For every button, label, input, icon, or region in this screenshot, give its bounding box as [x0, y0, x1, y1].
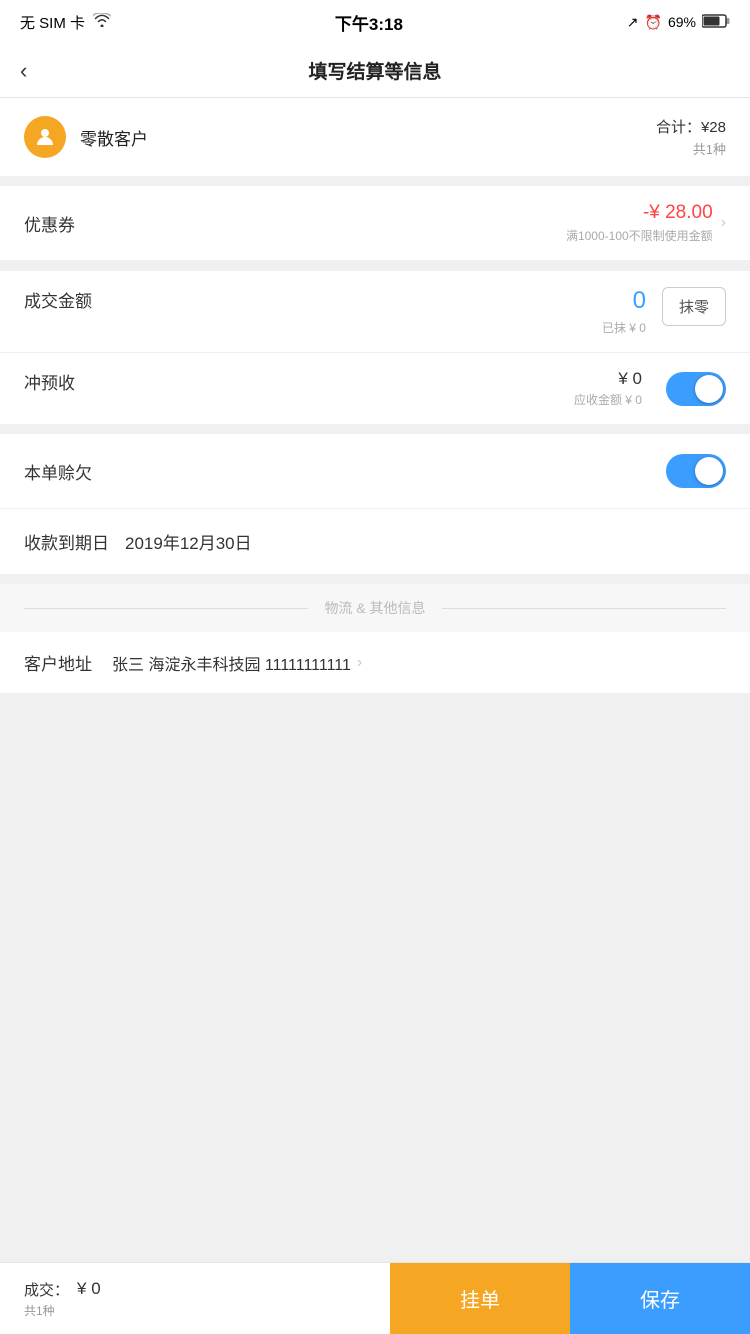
- due-date-row: 收款到期日 2019年12月30日: [0, 509, 750, 574]
- battery-icon: [702, 14, 730, 31]
- prepayment-row: 冲预收 ¥ 0 应收金额 ¥ 0: [0, 353, 750, 424]
- coupon-description: 满1000-100不限制使用金额: [566, 227, 713, 244]
- logistics-line-right: [442, 608, 726, 609]
- status-right: ↗ ⏰ 69%: [627, 14, 730, 31]
- due-date-label: 收款到期日: [24, 529, 109, 554]
- address-row[interactable]: 客户地址 张三 海淀永丰科技园 11111111111 ›: [0, 632, 750, 693]
- location-icon: ↗: [627, 14, 639, 31]
- debit-label: 本单赊欠: [24, 459, 92, 484]
- total-count: 共1种: [656, 139, 726, 158]
- coupon-row[interactable]: 优惠券 -¥ 28.00 满1000-100不限制使用金额 ›: [0, 186, 750, 261]
- status-left: 无 SIM 卡: [20, 12, 111, 33]
- back-button[interactable]: ‹: [20, 58, 27, 84]
- status-bar: 无 SIM 卡 下午3:18 ↗ ⏰ 69%: [0, 0, 750, 44]
- bottom-count: 共1种: [24, 1302, 366, 1319]
- bottom-deal: 成交： ¥ 0: [24, 1279, 366, 1300]
- alarm-icon: ⏰: [645, 14, 662, 31]
- coupon-section: 优惠券 -¥ 28.00 满1000-100不限制使用金额 ›: [0, 186, 750, 261]
- total-amount: 合计：¥28: [656, 116, 726, 137]
- coupon-label: 优惠券: [24, 211, 75, 236]
- deal-amount-sub: 已抹 ¥ 0: [602, 319, 646, 336]
- round-button[interactable]: 抹零: [662, 287, 726, 326]
- deal-amount-label: 成交金额: [24, 287, 92, 312]
- debit-section: 本单赊欠 收款到期日 2019年12月30日: [0, 434, 750, 574]
- address-right: 张三 海淀永丰科技园 11111111111 ›: [112, 651, 362, 675]
- due-date-value: 2019年12月30日: [125, 529, 252, 554]
- coupon-right: -¥ 28.00 满1000-100不限制使用金额 ›: [566, 202, 726, 244]
- prepayment-amount: ¥ 0: [574, 369, 642, 389]
- address-chevron: ›: [357, 654, 362, 672]
- prepayment-receivable: 应收金额 ¥ 0: [574, 391, 642, 408]
- bottom-info: 成交： ¥ 0 共1种: [0, 1263, 390, 1334]
- deal-amount-row: 成交金额 0 已抹 ¥ 0 抹零: [0, 271, 750, 353]
- bottom-spacer: [0, 703, 750, 883]
- save-button[interactable]: 保存: [570, 1263, 750, 1334]
- address-value: 张三 海淀永丰科技园 11111111111: [112, 651, 351, 675]
- logistics-line-left: [24, 608, 308, 609]
- deal-amount-right: 0 已抹 ¥ 0 抹零: [602, 287, 726, 336]
- logistics-label: 物流 & 其他信息: [324, 598, 425, 618]
- bottom-deal-value: ¥ 0: [77, 1279, 101, 1299]
- sim-label: 无 SIM 卡: [20, 12, 85, 33]
- customer-total: 合计：¥28 共1种: [656, 116, 726, 158]
- debit-toggle[interactable]: [666, 454, 726, 488]
- nav-bar: ‹ 填写结算等信息: [0, 44, 750, 98]
- logistics-header: 物流 & 其他信息: [0, 584, 750, 632]
- wifi-icon: [93, 13, 111, 31]
- customer-name: 零散客户: [80, 125, 148, 150]
- address-label: 客户地址: [24, 650, 92, 675]
- coupon-amount: -¥ 28.00: [566, 202, 713, 224]
- deal-amount-value: 0: [602, 287, 646, 315]
- main-content: 零散客户 合计：¥28 共1种 优惠券 -¥ 28.00 满1000-100不限…: [0, 98, 750, 883]
- customer-section: 零散客户 合计：¥28 共1种: [0, 98, 750, 176]
- coupon-info: -¥ 28.00 满1000-100不限制使用金额: [566, 202, 713, 244]
- debit-toggle-knob: [695, 457, 723, 485]
- status-time: 下午3:18: [335, 10, 403, 35]
- battery-label: 69%: [668, 14, 696, 30]
- prepayment-label: 冲预收: [24, 369, 75, 394]
- bottom-deal-label: 成交：: [24, 1279, 69, 1300]
- customer-avatar: [24, 116, 66, 158]
- deal-amount-values: 0 已抹 ¥ 0: [602, 287, 646, 336]
- page-title: 填写结算等信息: [308, 57, 441, 84]
- bottom-bar: 成交： ¥ 0 共1种 挂单 保存: [0, 1262, 750, 1334]
- prepayment-toggle[interactable]: [666, 372, 726, 406]
- customer-row: 零散客户 合计：¥28 共1种: [0, 98, 750, 176]
- amount-section: 成交金额 0 已抹 ¥ 0 抹零 冲预收 ¥ 0 应收金额 ¥ 0: [0, 271, 750, 424]
- toggle-knob: [695, 375, 723, 403]
- coupon-chevron: ›: [721, 214, 726, 232]
- debit-row: 本单赊欠: [0, 434, 750, 509]
- hold-button[interactable]: 挂单: [390, 1263, 570, 1334]
- address-section: 客户地址 张三 海淀永丰科技园 11111111111 ›: [0, 632, 750, 693]
- prepayment-right: ¥ 0 应收金额 ¥ 0: [574, 369, 726, 408]
- customer-info: 零散客户: [24, 116, 148, 158]
